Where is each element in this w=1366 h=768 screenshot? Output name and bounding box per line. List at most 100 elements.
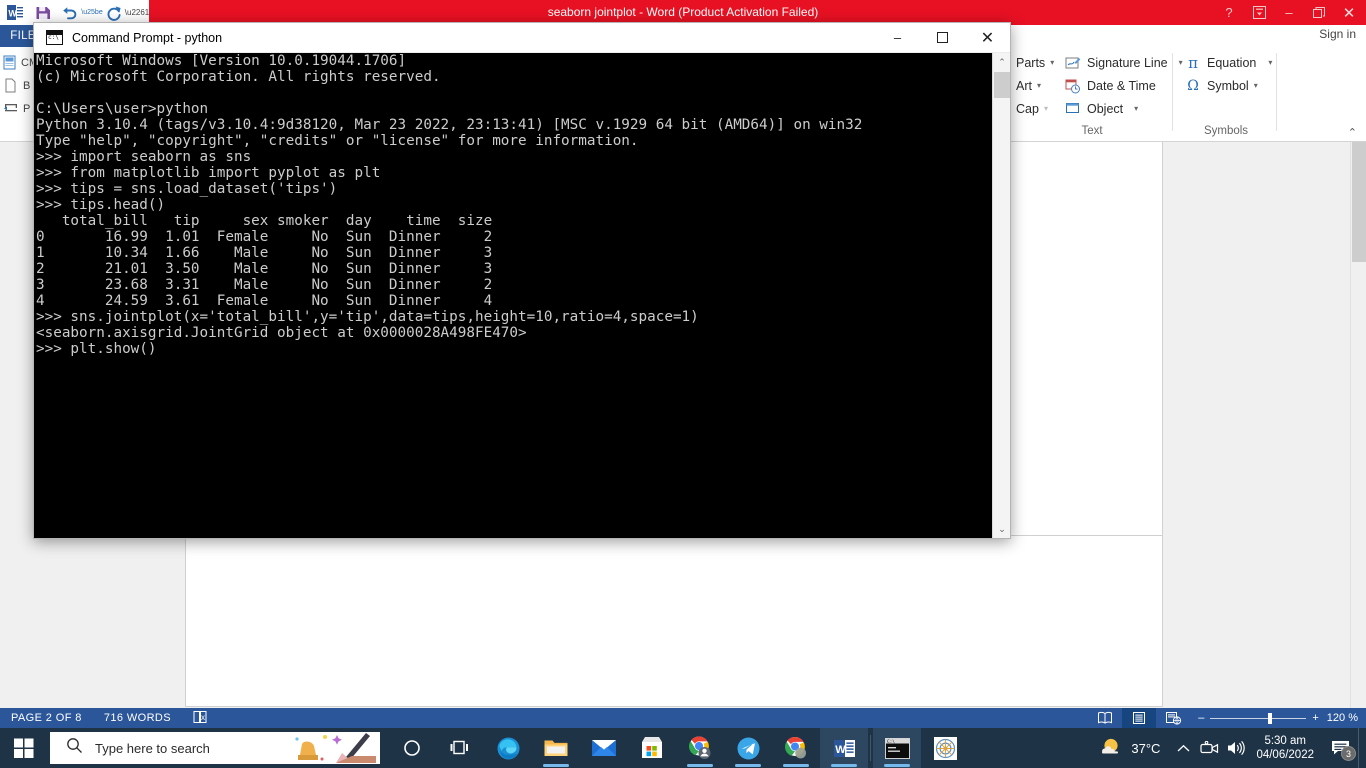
file-explorer-icon[interactable] <box>532 728 580 768</box>
clock[interactable]: 5:30 am 04/06/2022 <box>1248 734 1324 762</box>
volume-icon[interactable] <box>1222 728 1248 768</box>
search-input[interactable]: Type here to search <box>50 732 380 764</box>
microsoft-edge-icon[interactable] <box>484 728 532 768</box>
pi-icon: π <box>1188 53 1198 72</box>
sun-cloud-icon <box>1099 736 1123 761</box>
quick-parts-item[interactable]: Parts ▾ <box>1016 51 1054 74</box>
page-break-icon <box>2 100 19 117</box>
signature-line-item[interactable]: Signature Line ▾ <box>1064 51 1183 74</box>
taskbar: Type here to search W C:\ 37°C 5:30 am 0… <box>0 728 1366 768</box>
action-center-button[interactable]: 3 <box>1324 728 1358 768</box>
read-mode-view-button[interactable] <box>1088 708 1122 728</box>
cmd-scroll-down-icon[interactable]: ⌄ <box>993 520 1010 538</box>
word-window-controls: ? – ✕ <box>1214 0 1364 25</box>
proofing-errors-icon[interactable]: x <box>182 710 219 727</box>
taskbar-items: W C:\ <box>388 728 969 768</box>
command-prompt-title: Command Prompt - python <box>72 30 223 45</box>
word-close-button[interactable]: ✕ <box>1334 1 1364 25</box>
zoom-out-button[interactable]: – <box>1198 712 1204 724</box>
zoom-in-button[interactable]: + <box>1312 712 1318 724</box>
matplotlib-figure-taskbar-icon[interactable] <box>921 728 969 768</box>
cmd-scroll-up-icon[interactable]: ⌃ <box>993 53 1010 71</box>
chrome-profile-running-indicator <box>687 764 713 767</box>
clock-time: 5:30 am <box>1264 735 1306 747</box>
telegram-icon[interactable] <box>724 728 772 768</box>
word-minimize-button[interactable]: – <box>1274 1 1304 25</box>
print-layout-view-button[interactable] <box>1122 708 1157 728</box>
equation-label: Equation <box>1207 55 1257 70</box>
cover-page-item[interactable]: CM <box>2 51 38 74</box>
blank-page-item[interactable]: B <box>2 74 36 97</box>
zoom-level[interactable]: 120 % <box>1327 712 1366 724</box>
cmd-close-button[interactable]: ✕ <box>965 23 1010 53</box>
cortana-icon[interactable] <box>388 728 436 768</box>
document-vertical-scrollbar[interactable] <box>1350 142 1366 708</box>
meet-now-icon[interactable] <box>1196 728 1222 768</box>
undo-dropdown-icon[interactable]: \u25be <box>81 1 102 25</box>
desktop-screen: seaborn jointplot - Word (Product Activa… <box>0 0 1366 768</box>
word-restore-button[interactable] <box>1304 1 1334 25</box>
ribbon-display-options-button[interactable] <box>1244 1 1274 25</box>
word-taskbar-icon[interactable]: W <box>820 728 868 768</box>
command-prompt-taskbar-icon[interactable]: C:\ <box>873 728 921 768</box>
date-time-item[interactable]: Date & Time <box>1064 74 1183 97</box>
equation-chevron-down-icon[interactable]: ▾ <box>1268 58 1272 67</box>
page-indicator[interactable]: PAGE 2 OF 8 <box>0 712 93 724</box>
show-hidden-icons-button[interactable] <box>1170 728 1196 768</box>
sign-in-link[interactable]: Sign in <box>1319 27 1356 41</box>
equation-item[interactable]: π Equation ▾ <box>1184 51 1272 74</box>
signature-line-label: Signature Line <box>1087 55 1168 70</box>
drop-cap-label: Cap <box>1016 101 1039 116</box>
signature-icon <box>1064 54 1082 72</box>
word-count[interactable]: 716 WORDS <box>93 712 182 724</box>
zoom-handle[interactable] <box>1268 712 1273 724</box>
svg-text:W: W <box>8 9 17 19</box>
undo-icon[interactable] <box>56 1 83 25</box>
object-chevron-down-icon[interactable]: ▾ <box>1134 104 1138 113</box>
notification-badge: 3 <box>1341 746 1356 761</box>
text-group-label: Text <box>1081 125 1103 137</box>
drop-cap-item: Cap ▾ <box>1016 97 1054 120</box>
command-prompt-window[interactable]: Command Prompt - python – ✕ Microsoft Wi… <box>33 22 1011 539</box>
show-desktop-button[interactable] <box>1358 728 1364 768</box>
web-layout-view-button[interactable] <box>1156 708 1190 728</box>
file-explorer-running-indicator <box>543 764 569 767</box>
cmd-vertical-scrollbar[interactable]: ⌃ ⌄ <box>992 53 1010 538</box>
microsoft-store-icon[interactable] <box>628 728 676 768</box>
collapse-ribbon-button[interactable]: ⌃ <box>1348 126 1357 139</box>
word-logo-icon[interactable]: W <box>2 1 29 25</box>
cmd-minimize-button[interactable]: – <box>875 23 920 53</box>
cmd-scroll-thumb[interactable] <box>994 72 1010 98</box>
google-chrome-profile-icon[interactable] <box>676 728 724 768</box>
page-break-item[interactable]: P <box>2 97 36 120</box>
quick-parts-chevron-down-icon[interactable]: ▾ <box>1050 58 1054 67</box>
zoom-slider[interactable]: – + <box>1190 712 1327 724</box>
cmd-maximize-button[interactable] <box>920 23 965 53</box>
command-prompt-body[interactable]: Microsoft Windows [Version 10.0.19044.17… <box>34 53 1010 538</box>
weather-widget[interactable]: 37°C <box>1089 736 1170 761</box>
omega-icon: Ω <box>1187 77 1199 94</box>
mail-icon[interactable] <box>580 728 628 768</box>
wordart-chevron-down-icon[interactable]: ▾ <box>1037 81 1041 90</box>
task-view-icon[interactable] <box>436 728 484 768</box>
save-icon[interactable] <box>29 1 56 25</box>
start-button[interactable] <box>0 728 48 768</box>
ribbon-separator <box>1276 53 1277 131</box>
word-help-button[interactable]: ? <box>1214 1 1244 25</box>
console-icon <box>46 30 63 45</box>
document-page-next[interactable] <box>185 535 1163 707</box>
object-item[interactable]: Object ▾ <box>1064 97 1183 120</box>
document-scroll-thumb[interactable] <box>1352 142 1366 262</box>
command-prompt-title-bar[interactable]: Command Prompt - python – ✕ <box>34 23 1010 53</box>
svg-text:x: x <box>201 713 205 722</box>
customize-qat-icon[interactable]: \u2261 <box>125 1 149 25</box>
google-chrome-icon[interactable] <box>772 728 820 768</box>
symbols-group: π Equation ▾ Ω Symbol ▾ Symbols <box>1176 49 1276 139</box>
wordart-item[interactable]: Art ▾ <box>1016 74 1054 97</box>
symbols-group-label: Symbols <box>1203 125 1249 137</box>
symbol-chevron-down-icon[interactable]: ▾ <box>1254 81 1258 90</box>
zoom-track[interactable] <box>1210 712 1307 724</box>
temperature-label: 37°C <box>1131 740 1161 756</box>
telegram-running-indicator <box>735 764 761 767</box>
symbol-item[interactable]: Ω Symbol ▾ <box>1184 74 1272 97</box>
